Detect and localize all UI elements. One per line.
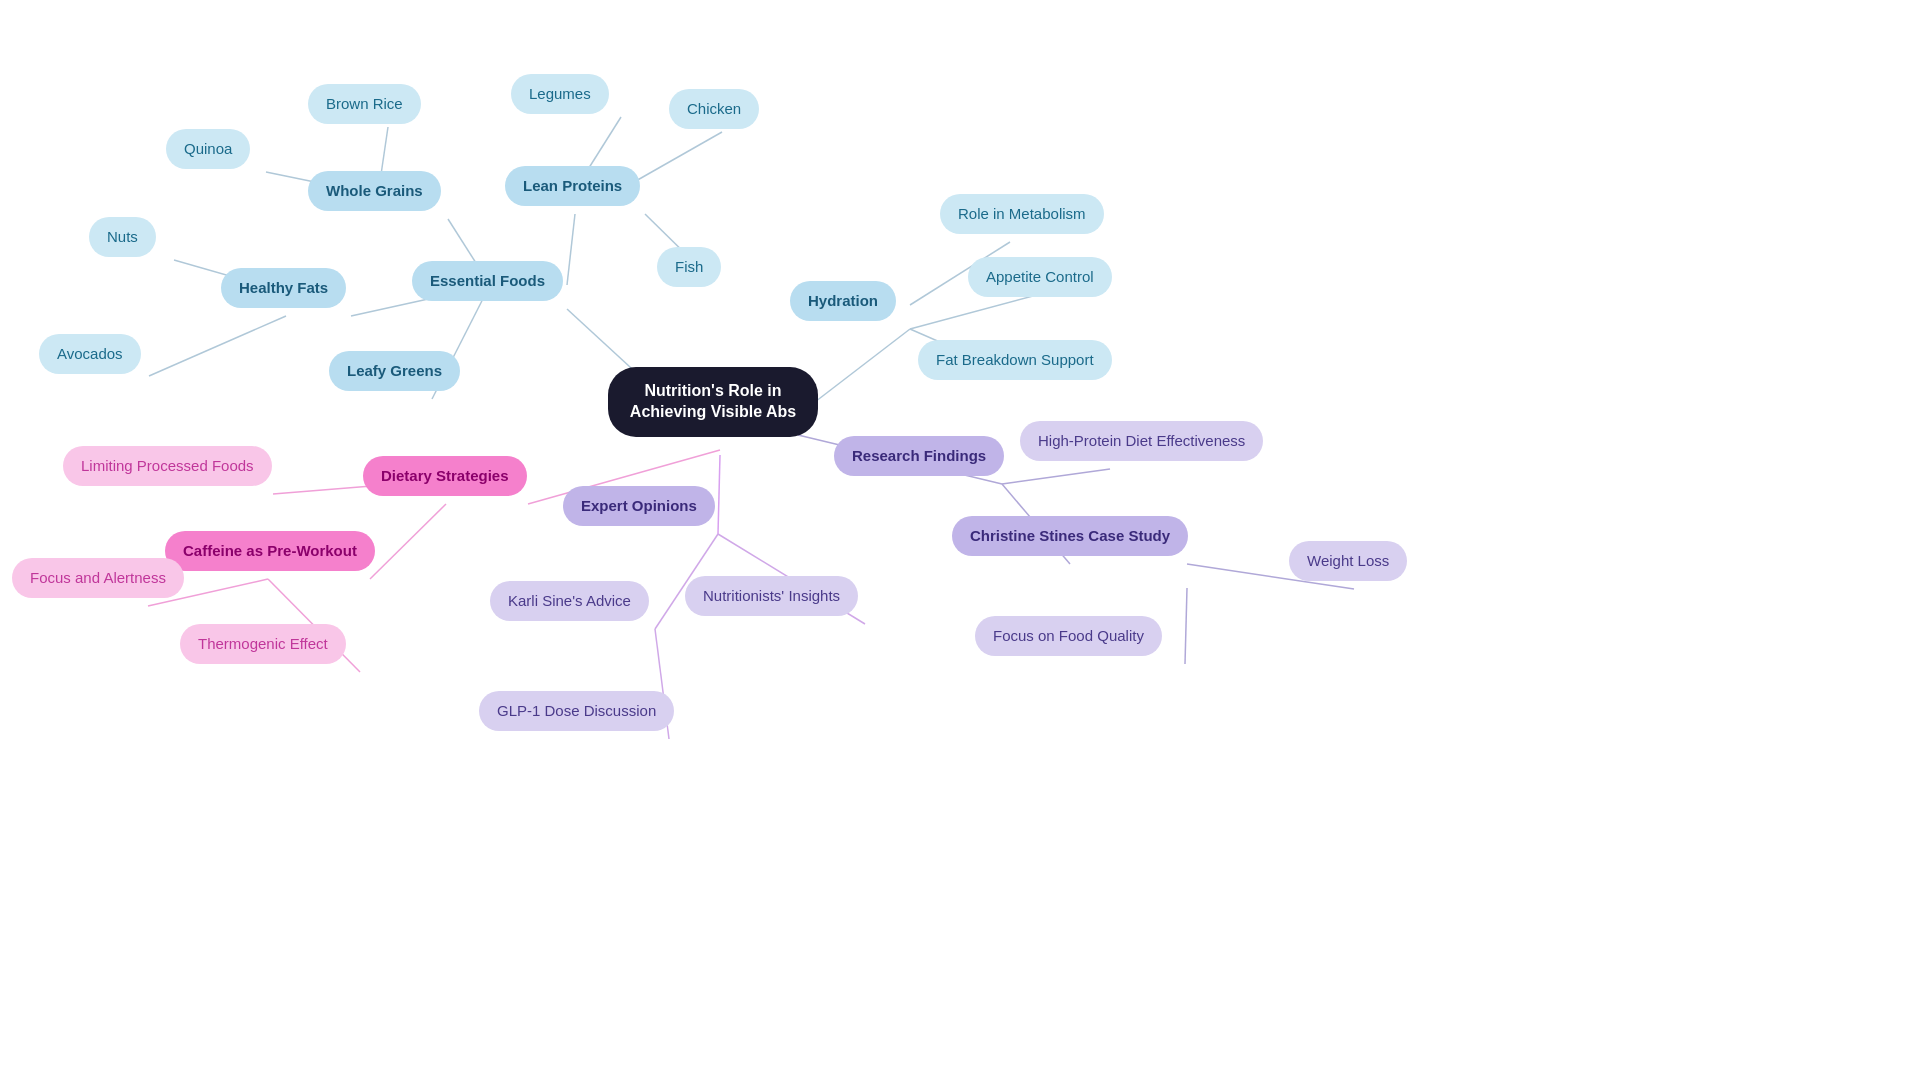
fish-node: Fish — [657, 247, 721, 287]
brown-rice-node: Brown Rice — [308, 84, 421, 124]
healthy-fats-node: Healthy Fats — [221, 268, 346, 308]
expert-opinions-node: Expert Opinions — [563, 486, 715, 526]
limiting-processed-node: Limiting Processed Foods — [63, 446, 272, 486]
svg-line-15 — [149, 316, 286, 376]
legumes-node: Legumes — [511, 74, 609, 114]
focus-food-quality-node: Focus on Food Quality — [975, 616, 1162, 656]
role-metabolism-node: Role in Metabolism — [940, 194, 1104, 234]
center-node: Nutrition's Role in Achieving Visible Ab… — [608, 367, 818, 437]
weight-loss-node: Weight Loss — [1289, 541, 1407, 581]
christine-node: Christine Stines Case Study — [952, 516, 1188, 556]
nuts-node: Nuts — [89, 217, 156, 257]
svg-line-17 — [910, 292, 1048, 329]
svg-line-29 — [1185, 588, 1187, 664]
appetite-control-node: Appetite Control — [968, 257, 1112, 297]
dietary-strategies-node: Dietary Strategies — [363, 456, 527, 496]
svg-line-20 — [370, 504, 446, 579]
svg-line-3 — [718, 455, 720, 534]
whole-grains-node: Whole Grains — [308, 171, 441, 211]
karli-advice-node: Karli Sine's Advice — [490, 581, 649, 621]
essential-foods-node: Essential Foods — [412, 261, 563, 301]
thermogenic-node: Thermogenic Effect — [180, 624, 346, 664]
caffeine-preworkout-node: Caffeine as Pre-Workout — [165, 531, 375, 571]
leafy-greens-node: Leafy Greens — [329, 351, 460, 391]
avocados-node: Avocados — [39, 334, 141, 374]
fat-breakdown-node: Fat Breakdown Support — [918, 340, 1112, 380]
svg-line-6 — [567, 214, 575, 285]
glp1-node: GLP-1 Dose Discussion — [479, 691, 674, 731]
svg-line-26 — [1002, 469, 1110, 484]
chicken-node: Chicken — [669, 89, 759, 129]
lean-proteins-node: Lean Proteins — [505, 166, 640, 206]
high-protein-node: High-Protein Diet Effectiveness — [1020, 421, 1263, 461]
hydration-node: Hydration — [790, 281, 896, 321]
nutritionists-insights-node: Nutritionists' Insights — [685, 576, 858, 616]
research-findings-node: Research Findings — [834, 436, 1004, 476]
focus-alertness-node: Focus and Alertness — [12, 558, 184, 598]
quinoa-node: Quinoa — [166, 129, 250, 169]
